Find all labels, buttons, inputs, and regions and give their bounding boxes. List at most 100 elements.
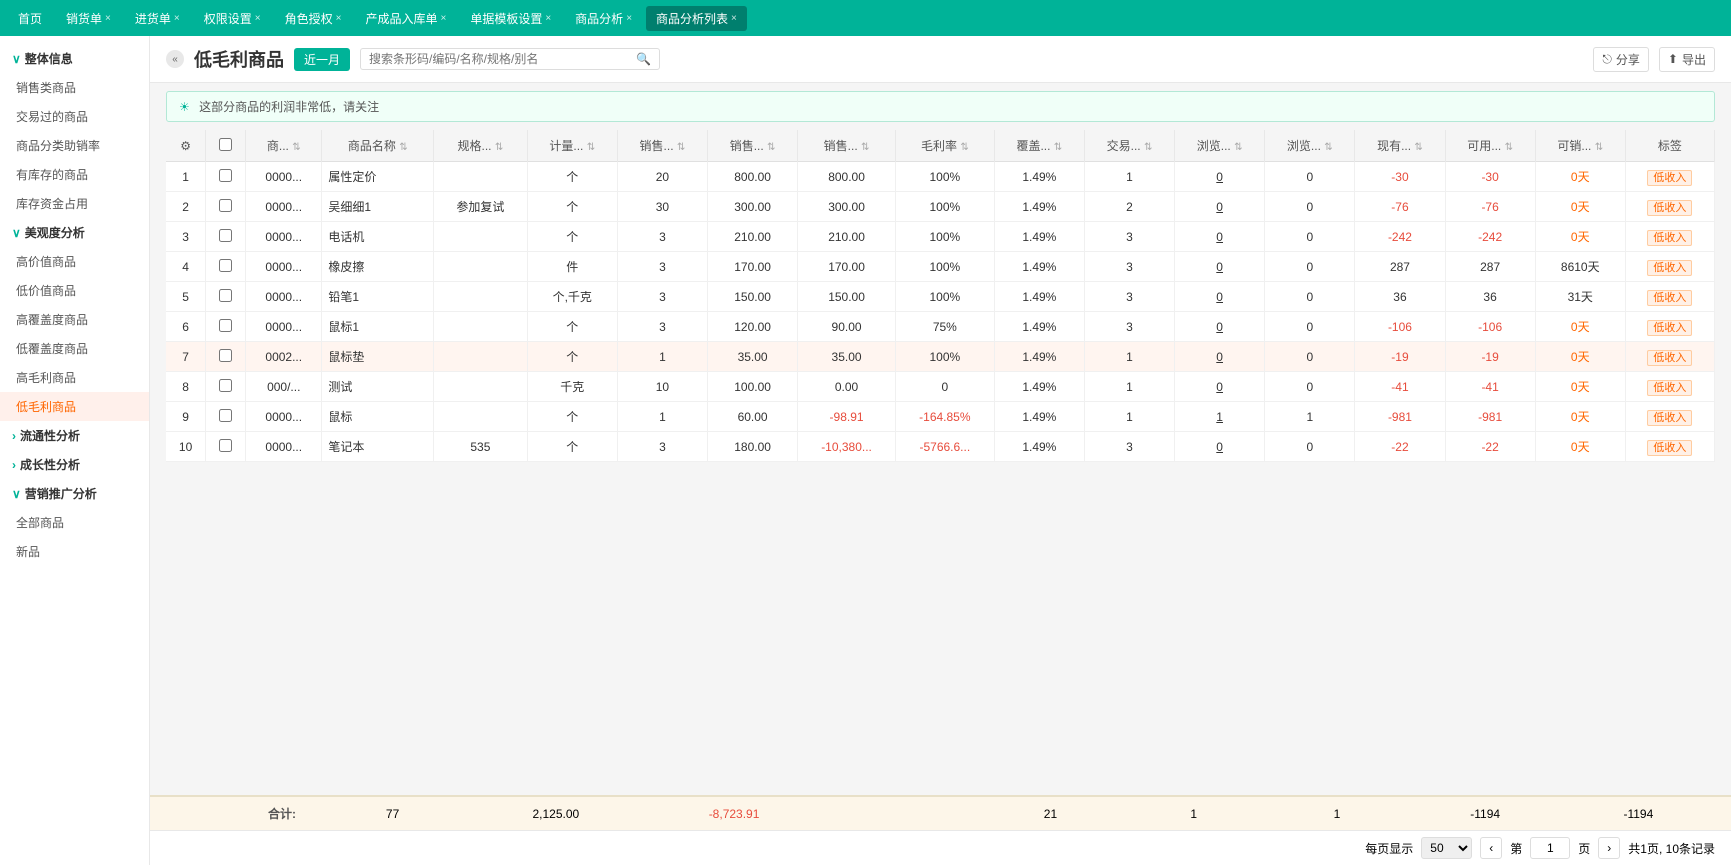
sidebar-item-low-margin[interactable]: 低毛利商品 — [0, 392, 149, 421]
sidebar-item-high-coverage[interactable]: 高覆盖度商品 — [0, 305, 149, 334]
row-checkbox[interactable] — [206, 342, 246, 372]
col-name[interactable]: 商品名称 ⇅ — [322, 130, 434, 162]
row-checkbox[interactable] — [206, 252, 246, 282]
col-coverage[interactable]: 覆盖... ⇅ — [994, 130, 1084, 162]
col-trade-count[interactable]: 交易... ⇅ — [1084, 130, 1174, 162]
nav-close-icon[interactable]: × — [255, 13, 261, 24]
sidebar-item-low-coverage[interactable]: 低覆盖度商品 — [0, 334, 149, 363]
row-index: 3 — [166, 222, 206, 252]
select-all-checkbox[interactable] — [219, 138, 232, 151]
sidebar-group-marketing[interactable]: ∨ 营销推广分析 — [0, 479, 149, 508]
sidebar-group-growth[interactable]: › 成长性分析 — [0, 450, 149, 479]
nav-product-inbound[interactable]: 产成品入库单 × — [355, 6, 456, 31]
search-icon[interactable]: 🔍 — [636, 52, 651, 66]
row-select-checkbox[interactable] — [219, 379, 232, 392]
table-row: 10 0000... 笔记本 535 个 3 180.00 -10,380...… — [166, 432, 1715, 462]
browse-link[interactable]: 0 — [1216, 440, 1223, 454]
nav-close-icon[interactable]: × — [336, 13, 342, 24]
browse-link[interactable]: 0 — [1216, 380, 1223, 394]
sidebar-item-traded-products[interactable]: 交易过的商品 — [0, 102, 149, 131]
nav-purchase-order[interactable]: 进货单 × — [125, 6, 190, 31]
row-checkbox[interactable] — [206, 312, 246, 342]
col-sellable-days[interactable]: 可销... ⇅ — [1535, 130, 1625, 162]
col-settings[interactable]: ⚙ — [166, 130, 206, 162]
col-spec[interactable]: 规格... ⇅ — [434, 130, 528, 162]
sidebar-item-high-value[interactable]: 高价值商品 — [0, 247, 149, 276]
row-select-checkbox[interactable] — [219, 439, 232, 452]
row-select-checkbox[interactable] — [219, 349, 232, 362]
row-tag: 低收入 — [1625, 252, 1714, 282]
nav-close-icon[interactable]: × — [731, 13, 737, 24]
sidebar-item-new-products[interactable]: 新品 — [0, 537, 149, 566]
prev-page-button[interactable]: ‹ — [1480, 837, 1502, 859]
col-margin-rate[interactable]: 毛利率 ⇅ — [895, 130, 994, 162]
browse-link[interactable]: 0 — [1216, 350, 1223, 364]
row-select-checkbox[interactable] — [219, 319, 232, 332]
col-current-stock[interactable]: 现有... ⇅ — [1355, 130, 1445, 162]
nav-home[interactable]: 首页 — [8, 6, 52, 31]
col-browse2[interactable]: 浏览... ⇅ — [1265, 130, 1355, 162]
search-input[interactable] — [369, 52, 636, 66]
col-browse1[interactable]: 浏览... ⇅ — [1175, 130, 1265, 162]
browse-link[interactable]: 0 — [1216, 320, 1223, 334]
row-select-checkbox[interactable] — [219, 199, 232, 212]
total-pages-info: 共1页, 10条记录 — [1628, 840, 1715, 857]
sidebar-item-stock-capital[interactable]: 库存资金占用 — [0, 189, 149, 218]
row-checkbox[interactable] — [206, 402, 246, 432]
nav-product-analysis-list[interactable]: 商品分析列表 × — [646, 6, 747, 31]
nav-close-icon[interactable]: × — [105, 13, 111, 24]
nav-close-icon[interactable]: × — [545, 13, 551, 24]
sidebar-item-in-stock-products[interactable]: 有库存的商品 — [0, 160, 149, 189]
sidebar-item-category-sales-rate[interactable]: 商品分类助销率 — [0, 131, 149, 160]
browse-link[interactable]: 0 — [1216, 290, 1223, 304]
row-select-checkbox[interactable] — [219, 169, 232, 182]
sidebar-group-liquidity[interactable]: › 流通性分析 — [0, 421, 149, 450]
row-checkbox[interactable] — [206, 372, 246, 402]
col-code[interactable]: 商... ⇅ — [246, 130, 322, 162]
row-browse1: 0 — [1175, 312, 1265, 342]
table-container[interactable]: ⚙ 商... ⇅ 商品名称 ⇅ 规格... ⇅ 计量... ⇅ 销售... ⇅ … — [150, 130, 1731, 795]
export-button[interactable]: ⬆ 导出 — [1659, 47, 1715, 72]
nav-role-auth[interactable]: 角色授权 × — [275, 6, 352, 31]
nav-product-analysis[interactable]: 商品分析 × — [565, 6, 642, 31]
row-checkbox[interactable] — [206, 282, 246, 312]
sidebar-item-low-value[interactable]: 低价值商品 — [0, 276, 149, 305]
next-page-button[interactable]: › — [1598, 837, 1620, 859]
row-checkbox[interactable] — [206, 222, 246, 252]
row-select-checkbox[interactable] — [219, 409, 232, 422]
browse-link[interactable]: 0 — [1216, 260, 1223, 274]
sidebar-group-overall[interactable]: ∨ 整体信息 — [0, 44, 149, 73]
sidebar-item-sales-products[interactable]: 销售类商品 — [0, 73, 149, 102]
col-sales-qty[interactable]: 销售... ⇅ — [617, 130, 707, 162]
col-sales-amount[interactable]: 销售... ⇅ — [708, 130, 798, 162]
nav-close-icon[interactable]: × — [174, 13, 180, 24]
row-checkbox[interactable] — [206, 432, 246, 462]
date-filter-button[interactable]: 近一月 — [294, 48, 350, 71]
row-select-checkbox[interactable] — [219, 259, 232, 272]
col-sales-profit[interactable]: 销售... ⇅ — [798, 130, 896, 162]
row-select-checkbox[interactable] — [219, 229, 232, 242]
nav-template-settings[interactable]: 单据模板设置 × — [460, 6, 561, 31]
nav-permission-settings[interactable]: 权限设置 × — [194, 6, 271, 31]
browse-link[interactable]: 0 — [1216, 230, 1223, 244]
page-input[interactable] — [1530, 837, 1570, 859]
col-unit[interactable]: 计量... ⇅ — [527, 130, 617, 162]
row-checkbox[interactable] — [206, 162, 246, 192]
browse-link[interactable]: 0 — [1216, 200, 1223, 214]
per-page-select[interactable]: 50 100 200 — [1421, 837, 1472, 859]
sidebar-group-appeal[interactable]: ∨ 美观度分析 — [0, 218, 149, 247]
sidebar-item-high-margin[interactable]: 高毛利商品 — [0, 363, 149, 392]
sidebar-collapse-button[interactable]: « — [166, 50, 184, 68]
share-button[interactable]: ⎋ 分享 — [1593, 47, 1649, 72]
row-coverage: 1.49% — [994, 372, 1084, 402]
sidebar-item-all-products[interactable]: 全部商品 — [0, 508, 149, 537]
row-select-checkbox[interactable] — [219, 289, 232, 302]
col-checkbox[interactable] — [206, 130, 246, 162]
browse-link[interactable]: 1 — [1216, 410, 1223, 424]
nav-close-icon[interactable]: × — [626, 13, 632, 24]
nav-close-icon[interactable]: × — [440, 13, 446, 24]
nav-sales-order[interactable]: 销货单 × — [56, 6, 121, 31]
browse-link[interactable]: 0 — [1216, 170, 1223, 184]
row-checkbox[interactable] — [206, 192, 246, 222]
col-available-stock[interactable]: 可用... ⇅ — [1445, 130, 1535, 162]
